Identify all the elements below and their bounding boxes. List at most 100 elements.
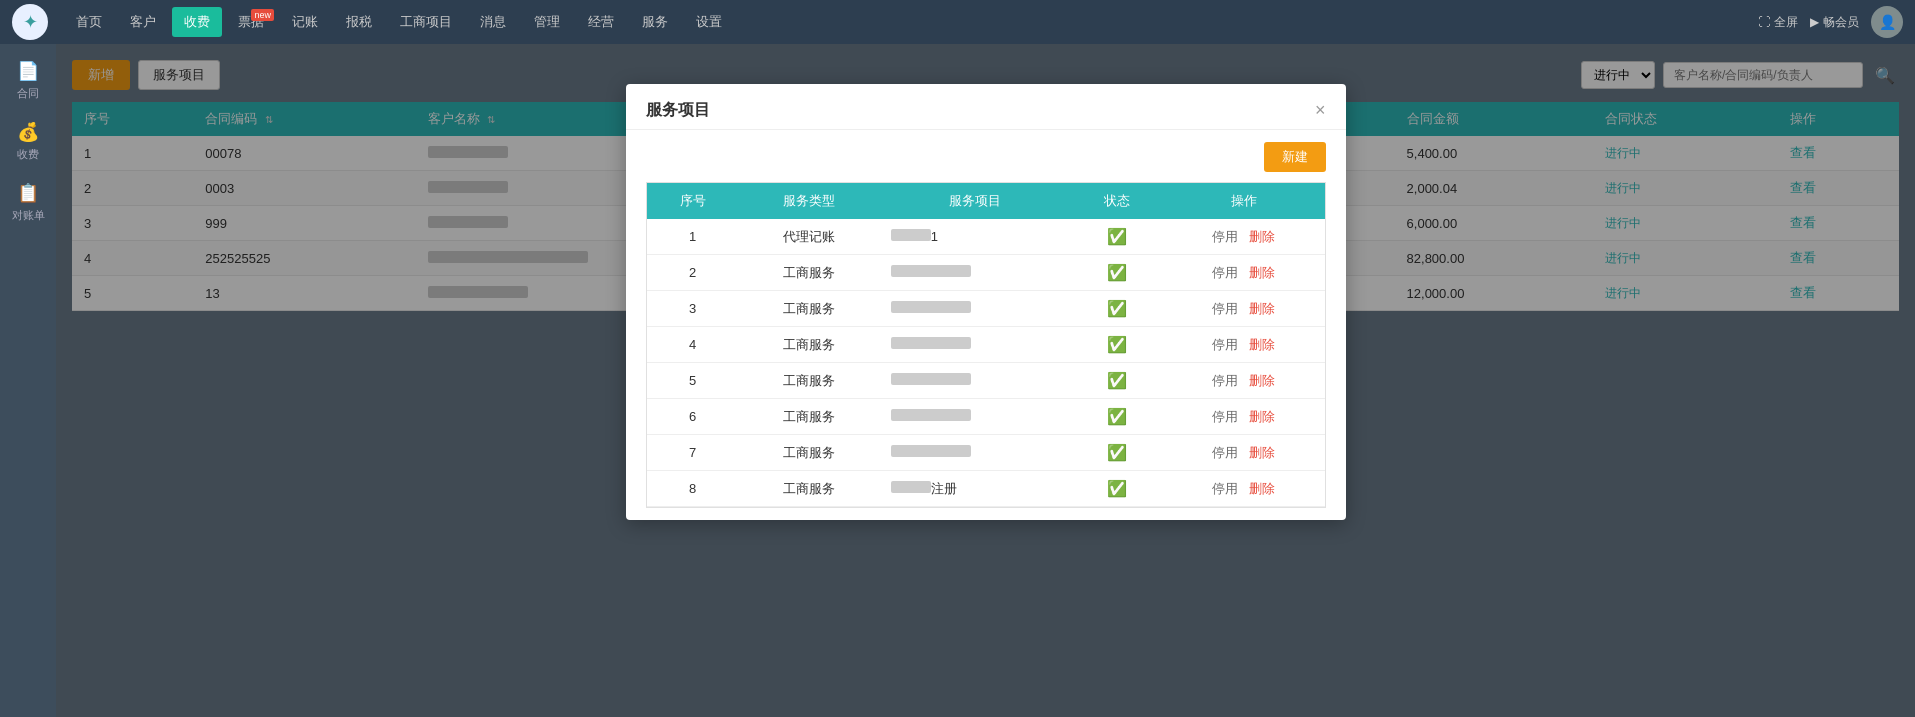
nav-item-管理[interactable]: 管理	[522, 7, 572, 37]
delete-button[interactable]: 删除	[1249, 301, 1275, 316]
modal-cell-status: ✅	[1071, 471, 1163, 507]
stop-button[interactable]: 停用	[1212, 409, 1238, 424]
nav-item-票据[interactable]: 票据new	[226, 7, 276, 37]
modal-cell-type: 工商服务	[739, 399, 879, 435]
status-check-icon: ✅	[1107, 228, 1127, 245]
modal-cell-seq: 4	[647, 327, 739, 363]
modal-cell-item: 注册	[879, 471, 1071, 507]
sidebar-icon: 📋	[17, 182, 39, 204]
status-check-icon: ✅	[1107, 444, 1127, 461]
modal-cell-seq: 5	[647, 363, 739, 399]
modal-cell-status: ✅	[1071, 399, 1163, 435]
modal-table-body: 1 代理记账 1 ✅ 停用 删除 2 工商服务 ✅ 停用 删除 3 工商服务 ✅…	[647, 219, 1325, 507]
nav-item-收费[interactable]: 收费	[172, 7, 222, 37]
modal-cell-type: 工商服务	[739, 435, 879, 471]
top-navigation: ✦ 首页客户收费票据new记账报税工商项目消息管理经营服务设置 ⛶ 全屏 ▶ 畅…	[0, 0, 1915, 44]
stop-button[interactable]: 停用	[1212, 481, 1238, 496]
fullscreen-button[interactable]: ⛶ 全屏	[1758, 14, 1798, 31]
sidebar-item-收费[interactable]: 💰收费	[3, 113, 53, 170]
modal-table-row: 2 工商服务 ✅ 停用 删除	[647, 255, 1325, 291]
vip-button[interactable]: ▶ 畅会员	[1810, 14, 1859, 31]
modal-col-status: 状态	[1071, 183, 1163, 219]
modal-cell-type: 工商服务	[739, 291, 879, 327]
status-check-icon: ✅	[1107, 372, 1127, 389]
modal-service-table: 序号 服务类型 服务项目 状态 操作 1 代理记账 1 ✅ 停用	[647, 183, 1325, 507]
nav-right: ⛶ 全屏 ▶ 畅会员 👤	[1758, 6, 1903, 38]
nav-item-客户[interactable]: 客户	[118, 7, 168, 37]
modal-cell-status: ✅	[1071, 327, 1163, 363]
modal-table-row: 8 工商服务 注册 ✅ 停用 删除	[647, 471, 1325, 507]
modal-cell-type: 工商服务	[739, 327, 879, 363]
sidebar: 📄合同💰收费📋对账单	[0, 44, 56, 717]
delete-button[interactable]: 删除	[1249, 229, 1275, 244]
badge-new: new	[251, 9, 274, 21]
modal-new-button[interactable]: 新建	[1264, 142, 1326, 172]
modal-cell-item	[879, 255, 1071, 291]
avatar[interactable]: 👤	[1871, 6, 1903, 38]
stop-button[interactable]: 停用	[1212, 445, 1238, 460]
modal-col-action: 操作	[1163, 183, 1325, 219]
main-layout: 📄合同💰收费📋对账单 新增 服务项目 进行中 🔍 序号 合同编码 ⇅ 客户名称 …	[0, 44, 1915, 717]
modal-title: 服务项目	[646, 100, 710, 121]
modal-cell-item	[879, 327, 1071, 363]
nav-item-服务[interactable]: 服务	[630, 7, 680, 37]
modal-cell-item	[879, 435, 1071, 471]
modal-cell-status: ✅	[1071, 255, 1163, 291]
modal-cell-seq: 6	[647, 399, 739, 435]
modal-cell-action[interactable]: 停用 删除	[1163, 363, 1325, 399]
nav-item-报税[interactable]: 报税	[334, 7, 384, 37]
modal-col-item: 服务项目	[879, 183, 1071, 219]
delete-button[interactable]: 删除	[1249, 265, 1275, 280]
status-check-icon: ✅	[1107, 300, 1127, 317]
sidebar-item-对账单[interactable]: 📋对账单	[3, 174, 53, 231]
delete-button[interactable]: 删除	[1249, 373, 1275, 388]
nav-item-经营[interactable]: 经营	[576, 7, 626, 37]
modal-cell-seq: 1	[647, 219, 739, 255]
modal-cell-action[interactable]: 停用 删除	[1163, 219, 1325, 255]
nav-item-工商项目[interactable]: 工商项目	[388, 7, 464, 37]
delete-button[interactable]: 删除	[1249, 337, 1275, 352]
modal-cell-action[interactable]: 停用 删除	[1163, 471, 1325, 507]
modal-cell-type: 代理记账	[739, 219, 879, 255]
fullscreen-icon: ⛶	[1758, 15, 1770, 29]
nav-item-记账[interactable]: 记账	[280, 7, 330, 37]
modal-table-row: 5 工商服务 ✅ 停用 删除	[647, 363, 1325, 399]
modal-close-button[interactable]: ×	[1315, 100, 1326, 121]
modal-cell-type: 工商服务	[739, 471, 879, 507]
modal-cell-status: ✅	[1071, 291, 1163, 327]
modal-cell-item	[879, 399, 1071, 435]
status-check-icon: ✅	[1107, 264, 1127, 281]
nav-menu: 首页客户收费票据new记账报税工商项目消息管理经营服务设置	[64, 7, 1758, 37]
modal-toolbar: 新建	[646, 142, 1326, 172]
status-check-icon: ✅	[1107, 480, 1127, 497]
modal-table-row: 4 工商服务 ✅ 停用 删除	[647, 327, 1325, 363]
modal-cell-action[interactable]: 停用 删除	[1163, 291, 1325, 327]
sidebar-item-合同[interactable]: 📄合同	[3, 52, 53, 109]
stop-button[interactable]: 停用	[1212, 229, 1238, 244]
modal-table-header: 序号 服务类型 服务项目 状态 操作	[647, 183, 1325, 219]
modal-cell-seq: 3	[647, 291, 739, 327]
modal-cell-action[interactable]: 停用 删除	[1163, 327, 1325, 363]
stop-button[interactable]: 停用	[1212, 337, 1238, 352]
modal-cell-action[interactable]: 停用 删除	[1163, 435, 1325, 471]
nav-item-设置[interactable]: 设置	[684, 7, 734, 37]
service-modal: 服务项目 × 新建 序号 服务类型 服务项目	[626, 84, 1346, 520]
modal-col-type: 服务类型	[739, 183, 879, 219]
stop-button[interactable]: 停用	[1212, 301, 1238, 316]
modal-cell-item	[879, 291, 1071, 327]
delete-button[interactable]: 删除	[1249, 409, 1275, 424]
stop-button[interactable]: 停用	[1212, 373, 1238, 388]
modal-table-wrap[interactable]: 序号 服务类型 服务项目 状态 操作 1 代理记账 1 ✅ 停用	[646, 182, 1326, 508]
delete-button[interactable]: 删除	[1249, 445, 1275, 460]
stop-button[interactable]: 停用	[1212, 265, 1238, 280]
modal-cell-action[interactable]: 停用 删除	[1163, 399, 1325, 435]
delete-button[interactable]: 删除	[1249, 481, 1275, 496]
modal-table-row: 1 代理记账 1 ✅ 停用 删除	[647, 219, 1325, 255]
status-check-icon: ✅	[1107, 336, 1127, 353]
nav-item-消息[interactable]: 消息	[468, 7, 518, 37]
app-logo: ✦	[12, 4, 48, 40]
modal-cell-item	[879, 363, 1071, 399]
nav-item-首页[interactable]: 首页	[64, 7, 114, 37]
modal-cell-action[interactable]: 停用 删除	[1163, 255, 1325, 291]
modal-cell-type: 工商服务	[739, 255, 879, 291]
